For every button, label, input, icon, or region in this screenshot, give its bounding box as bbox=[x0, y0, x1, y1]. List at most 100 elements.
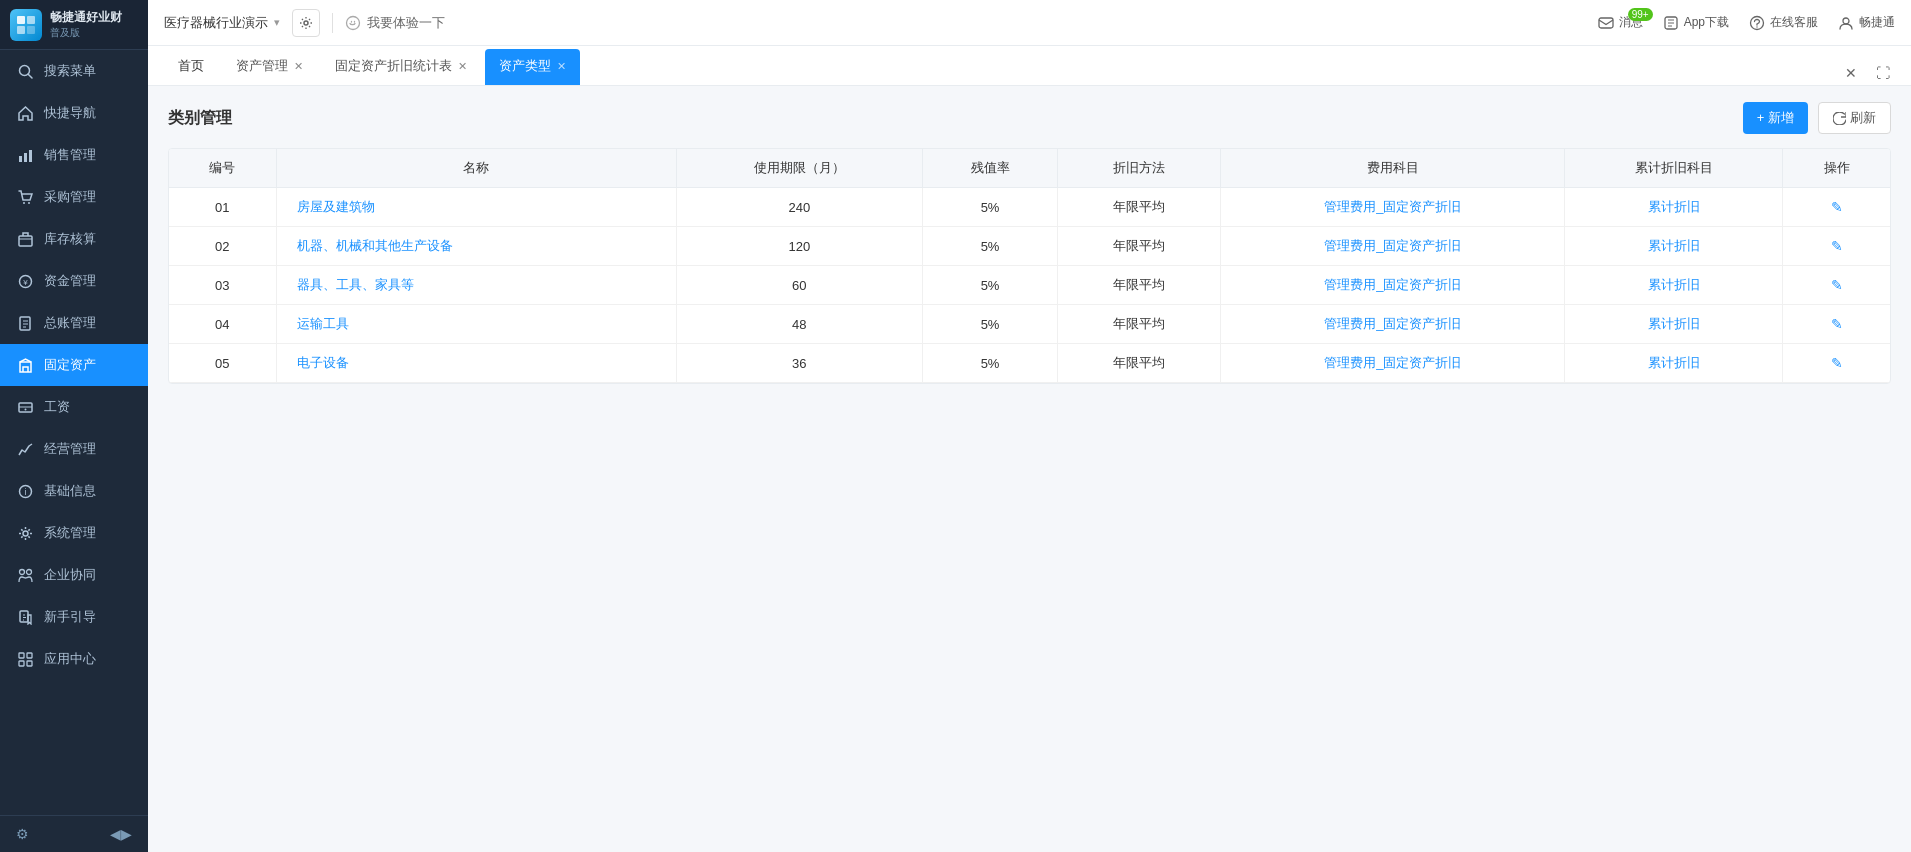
col-residual: 残值率 bbox=[922, 149, 1058, 188]
company-selector[interactable]: 医疗器械行业演示 ▾ bbox=[164, 14, 280, 32]
main-area: 医疗器械行业演示 ▾ 我要体验一下 消息 99+ App下载 在线客服 bbox=[148, 0, 1911, 852]
app-logo bbox=[10, 9, 42, 41]
sidebar-item-quicknav[interactable]: 快捷导航 bbox=[0, 92, 148, 134]
svg-rect-30 bbox=[19, 661, 24, 666]
sidebar-item-system[interactable]: 系统管理 bbox=[0, 512, 148, 554]
tab-depreciation-report[interactable]: 固定资产折旧统计表 ✕ bbox=[321, 49, 481, 85]
sidebar-item-guide[interactable]: 新手引导 bbox=[0, 596, 148, 638]
sidebar-item-sales[interactable]: 销售管理 bbox=[0, 134, 148, 176]
home-icon bbox=[16, 104, 34, 122]
refresh-button[interactable]: 刷新 bbox=[1818, 102, 1891, 134]
settings-footer-icon[interactable]: ⚙ bbox=[16, 826, 29, 842]
cell-expense: 管理费用_固定资产折旧 bbox=[1221, 344, 1565, 383]
svg-rect-34 bbox=[1599, 18, 1613, 28]
topbar-divider bbox=[332, 13, 333, 33]
cell-name: 运输工具 bbox=[276, 305, 676, 344]
sidebar-item-apps[interactable]: 应用中心 bbox=[0, 638, 148, 680]
svg-rect-8 bbox=[29, 150, 32, 162]
cell-expense: 管理费用_固定资产折旧 bbox=[1221, 227, 1565, 266]
tabs-actions: ✕ ⛶ bbox=[1839, 61, 1895, 85]
cell-expense: 管理费用_固定资产折旧 bbox=[1221, 305, 1565, 344]
cell-period: 60 bbox=[676, 266, 922, 305]
edit-button[interactable]: ✎ bbox=[1831, 316, 1843, 332]
svg-point-33 bbox=[347, 16, 360, 29]
online-service-button[interactable]: 在线客服 bbox=[1749, 14, 1818, 31]
page-content: 类别管理 + 新增 刷新 编号 名称 使用期限（月） 残值率 折旧方法 bbox=[148, 86, 1911, 852]
cell-method: 年限平均 bbox=[1058, 266, 1221, 305]
book-icon bbox=[16, 314, 34, 332]
tab-depreciation-close[interactable]: ✕ bbox=[458, 60, 467, 73]
edit-button[interactable]: ✎ bbox=[1831, 238, 1843, 254]
tab-asset-type-close[interactable]: ✕ bbox=[557, 60, 566, 73]
search-icon bbox=[16, 62, 34, 80]
cell-name: 房屋及建筑物 bbox=[276, 188, 676, 227]
svg-rect-31 bbox=[27, 661, 32, 666]
cell-residual: 5% bbox=[922, 227, 1058, 266]
tab-home[interactable]: 首页 bbox=[164, 49, 218, 85]
edit-button[interactable]: ✎ bbox=[1831, 199, 1843, 215]
edit-button[interactable]: ✎ bbox=[1831, 355, 1843, 371]
app-download-button[interactable]: App下载 bbox=[1663, 14, 1729, 31]
sidebar-label-purchase: 采购管理 bbox=[44, 188, 96, 206]
operations-icon bbox=[16, 440, 34, 458]
table-row: 03 器具、工具、家具等 60 5% 年限平均 管理费用_固定资产折旧 累计折旧… bbox=[169, 266, 1890, 305]
app-title-block: 畅捷通好业财 普及版 bbox=[50, 9, 122, 40]
sidebar-label-basic: 基础信息 bbox=[44, 482, 96, 500]
sidebar-label-system: 系统管理 bbox=[44, 524, 96, 542]
cell-accumulated: 累计折旧 bbox=[1565, 344, 1783, 383]
topbar-right: 消息 99+ App下载 在线客服 畅捷通 bbox=[1598, 14, 1895, 31]
collapse-icon[interactable]: ◀▶ bbox=[110, 826, 132, 842]
tab-asset-type[interactable]: 资产类型 ✕ bbox=[485, 49, 580, 85]
svg-rect-2 bbox=[17, 26, 25, 34]
sidebar-item-payroll[interactable]: 工资 bbox=[0, 386, 148, 428]
col-id: 编号 bbox=[169, 149, 276, 188]
online-service-label: 在线客服 bbox=[1770, 14, 1818, 31]
expand-tab-button[interactable]: ⛶ bbox=[1871, 61, 1895, 85]
sidebar-item-enterprise[interactable]: 企业协同 bbox=[0, 554, 148, 596]
user-button[interactable]: 畅捷通 bbox=[1838, 14, 1895, 31]
sidebar-item-inventory[interactable]: 库存核算 bbox=[0, 218, 148, 260]
page-title: 类别管理 bbox=[168, 108, 232, 129]
tabs-bar: 首页 资产管理 ✕ 固定资产折旧统计表 ✕ 资产类型 ✕ ✕ ⛶ bbox=[148, 46, 1911, 86]
close-tab-button[interactable]: ✕ bbox=[1839, 61, 1863, 85]
cell-accumulated: 累计折旧 bbox=[1565, 266, 1783, 305]
sidebar-item-fixed[interactable]: 固定资产 bbox=[0, 344, 148, 386]
tab-asset-management-close[interactable]: ✕ bbox=[294, 60, 303, 73]
sidebar-label-capital: 资金管理 bbox=[44, 272, 96, 290]
sidebar-item-purchase[interactable]: 采购管理 bbox=[0, 176, 148, 218]
col-method: 折旧方法 bbox=[1058, 149, 1221, 188]
page-header: 类别管理 + 新增 刷新 bbox=[168, 102, 1891, 134]
sidebar-item-basic[interactable]: i 基础信息 bbox=[0, 470, 148, 512]
sidebar-label-apps: 应用中心 bbox=[44, 650, 96, 668]
edit-button[interactable]: ✎ bbox=[1831, 277, 1843, 293]
svg-rect-3 bbox=[27, 26, 35, 34]
cell-id: 03 bbox=[169, 266, 276, 305]
message-button[interactable]: 消息 99+ bbox=[1598, 14, 1643, 31]
tab-home-label: 首页 bbox=[178, 57, 204, 75]
svg-point-25 bbox=[19, 569, 24, 574]
header-actions: + 新增 刷新 bbox=[1743, 102, 1891, 134]
sidebar-item-ledger[interactable]: 总账管理 bbox=[0, 302, 148, 344]
svg-point-26 bbox=[26, 569, 31, 574]
experience-button[interactable]: 我要体验一下 bbox=[345, 14, 445, 32]
sidebar-label-operations: 经营管理 bbox=[44, 440, 96, 458]
cell-expense: 管理费用_固定资产折旧 bbox=[1221, 188, 1565, 227]
tab-asset-management[interactable]: 资产管理 ✕ bbox=[222, 49, 317, 85]
company-settings-button[interactable] bbox=[292, 9, 320, 37]
sidebar-label-search: 搜索菜单 bbox=[44, 62, 96, 80]
experience-label: 我要体验一下 bbox=[367, 14, 445, 32]
sidebar-item-search[interactable]: 搜索菜单 bbox=[0, 50, 148, 92]
cell-accumulated: 累计折旧 bbox=[1565, 188, 1783, 227]
sidebar-item-operations[interactable]: 经营管理 bbox=[0, 428, 148, 470]
sidebar-footer: ⚙ ◀▶ bbox=[0, 815, 148, 852]
tab-depreciation-label: 固定资产折旧统计表 bbox=[335, 57, 452, 75]
sidebar: 畅捷通好业财 普及版 搜索菜单 快捷导航 销售管理 采购管理 bbox=[0, 0, 148, 852]
building-icon bbox=[16, 356, 34, 374]
svg-rect-28 bbox=[19, 653, 24, 658]
cell-id: 02 bbox=[169, 227, 276, 266]
cell-period: 120 bbox=[676, 227, 922, 266]
new-button[interactable]: + 新增 bbox=[1743, 102, 1808, 134]
svg-rect-0 bbox=[17, 16, 25, 24]
col-name: 名称 bbox=[276, 149, 676, 188]
sidebar-item-capital[interactable]: ¥ 资金管理 bbox=[0, 260, 148, 302]
